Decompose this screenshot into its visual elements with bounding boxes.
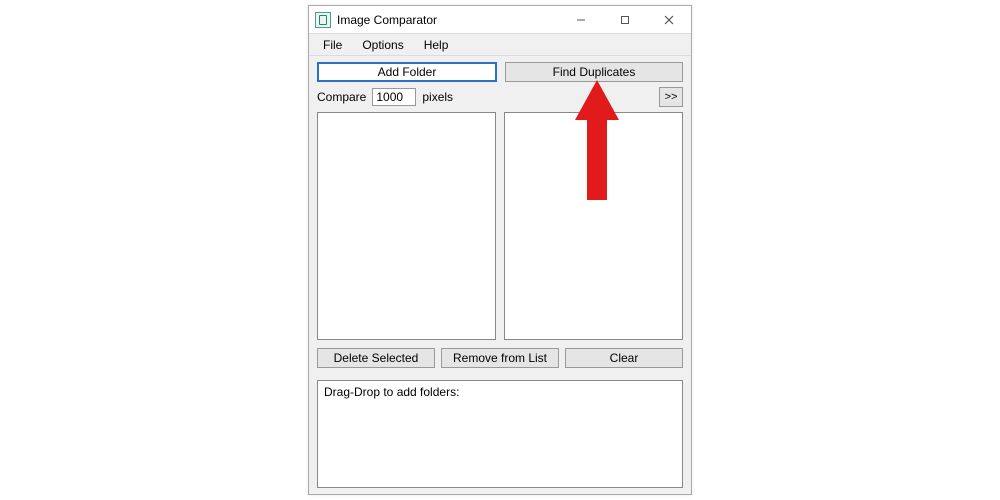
top-button-row: Add Folder Find Duplicates xyxy=(317,62,683,82)
compare-input[interactable] xyxy=(372,88,416,106)
window-controls xyxy=(559,6,691,33)
clear-button[interactable]: Clear xyxy=(565,348,683,368)
expand-button[interactable]: >> xyxy=(659,87,683,107)
app-icon xyxy=(315,12,331,28)
menu-file[interactable]: File xyxy=(313,36,352,54)
menu-help[interactable]: Help xyxy=(414,36,459,54)
panels-row xyxy=(317,112,683,340)
bottom-button-row: Delete Selected Remove from List Clear xyxy=(317,348,683,368)
menu-options[interactable]: Options xyxy=(352,36,413,54)
find-duplicates-button[interactable]: Find Duplicates xyxy=(505,62,683,82)
close-button[interactable] xyxy=(647,6,691,33)
delete-selected-button[interactable]: Delete Selected xyxy=(317,348,435,368)
menubar: File Options Help xyxy=(309,34,691,56)
window-title: Image Comparator xyxy=(337,13,559,27)
titlebar[interactable]: Image Comparator xyxy=(309,6,691,34)
content-area: Add Folder Find Duplicates Compare pixel… xyxy=(309,56,691,494)
minimize-button[interactable] xyxy=(559,6,603,33)
left-panel[interactable] xyxy=(317,112,496,340)
compare-label: Compare xyxy=(317,90,366,104)
app-window: Image Comparator File Options Help Add F… xyxy=(308,5,692,495)
pixels-label: pixels xyxy=(422,90,453,104)
add-folder-button[interactable]: Add Folder xyxy=(317,62,497,82)
maximize-button[interactable] xyxy=(603,6,647,33)
remove-from-list-button[interactable]: Remove from List xyxy=(441,348,559,368)
compare-row: Compare pixels >> xyxy=(317,86,683,108)
drop-hint: Drag-Drop to add folders: xyxy=(324,385,459,399)
right-panel[interactable] xyxy=(504,112,683,340)
drop-area[interactable]: Drag-Drop to add folders: xyxy=(317,380,683,488)
